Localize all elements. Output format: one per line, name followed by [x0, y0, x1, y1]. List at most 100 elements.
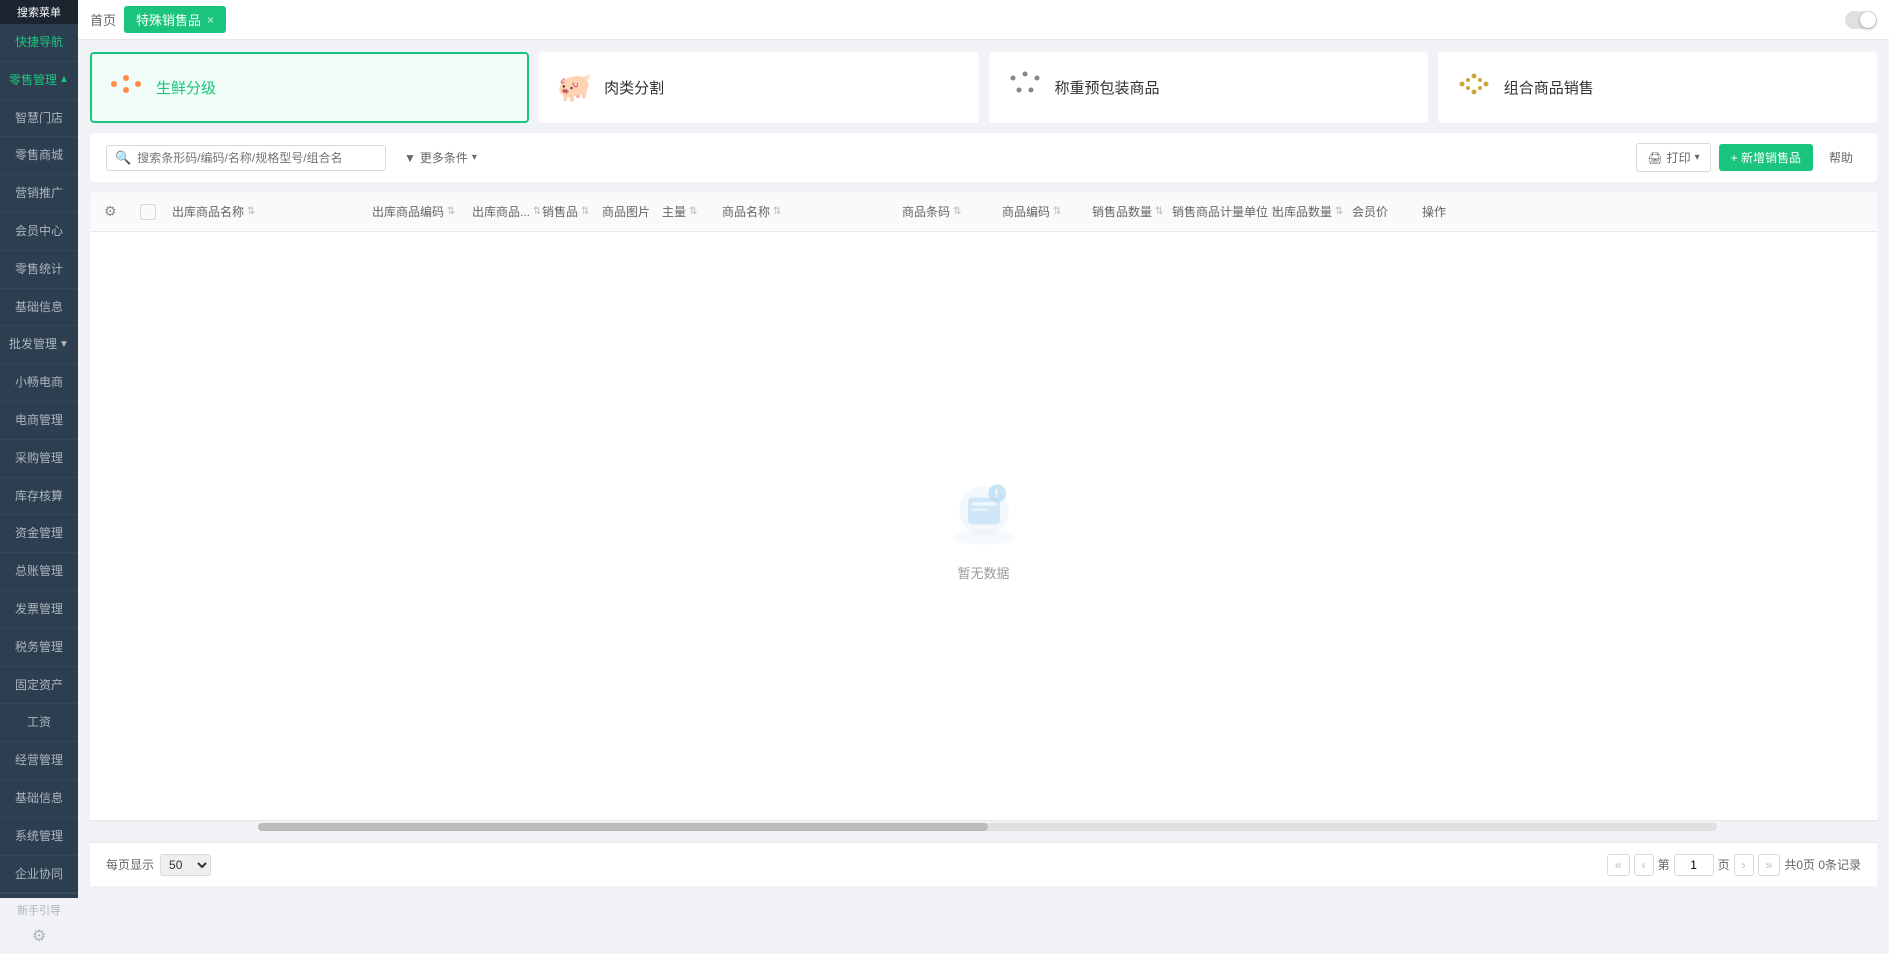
- th-img: 商品图片: [596, 195, 656, 228]
- tab-card-combo-sales[interactable]: 组合商品销售: [1438, 52, 1877, 123]
- sidebar-item-fixed-assets[interactable]: 固定资产: [0, 667, 78, 705]
- sidebar-item-basic-info-main[interactable]: 基础信息: [0, 780, 78, 818]
- sidebar-item-payroll[interactable]: 工资: [0, 704, 78, 742]
- sidebar-search-menu[interactable]: 搜索菜单: [0, 0, 78, 24]
- page-total: 共0页 0条记录: [1784, 856, 1861, 873]
- sidebar-item-retail-stats[interactable]: 零售统计: [0, 251, 78, 289]
- sidebar-item-wholesale-mgmt[interactable]: 批发管理 ▼: [0, 326, 78, 364]
- new-guide-button[interactable]: 新手引导: [17, 902, 61, 918]
- settings-button[interactable]: ⚙: [32, 926, 46, 946]
- sidebar-item-retail-mgmt[interactable]: 零售管理 ▲: [0, 62, 78, 100]
- th-member-price: 会员价: [1346, 195, 1416, 228]
- sidebar-item-basic-info-retail[interactable]: 基础信息: [0, 289, 78, 327]
- meat-cut-label: 肉类分割: [604, 77, 664, 98]
- last-page-button[interactable]: »: [1758, 854, 1781, 876]
- chevron-down-icon: ▼: [59, 338, 69, 352]
- sort-prod-name[interactable]: ⇅: [773, 206, 781, 217]
- empty-text: 暂无数据: [957, 563, 1009, 582]
- sort-sale-item[interactable]: ⇅: [581, 206, 589, 217]
- sort-out-name[interactable]: ⇅: [247, 206, 255, 217]
- th-settings: ⚙: [98, 195, 134, 228]
- pagination-bar: 每页显示 10 20 50 100 « ‹ 第 页 › » 共0页 0条记录: [90, 842, 1877, 886]
- sidebar-item-tax-mgmt[interactable]: 税务管理: [0, 629, 78, 667]
- th-barcode: 商品条码 ⇅: [896, 195, 996, 228]
- topbar-right: [1845, 11, 1877, 29]
- sort-weight[interactable]: ⇅: [689, 206, 697, 217]
- first-page-button[interactable]: «: [1607, 854, 1630, 876]
- table-header: ⚙ 出库商品名称 ⇅ 出库商品编码 ⇅ 出库商品... ⇅: [90, 192, 1877, 232]
- sidebar-item-micro-mall[interactable]: 小畅电商: [0, 364, 78, 402]
- sort-prod-code[interactable]: ⇅: [1053, 206, 1061, 217]
- new-sale-item-button[interactable]: + 新增销售品: [1719, 144, 1813, 171]
- chevron-icon: ▲: [59, 73, 69, 87]
- sidebar-item-sales-promo[interactable]: 营销推广: [0, 175, 78, 213]
- page-content: 生鲜分级 🐖 肉类分割 称重预包装商品: [78, 40, 1889, 898]
- sidebar-item-ops-mgmt[interactable]: 经营管理: [0, 742, 78, 780]
- switch-button[interactable]: [1845, 11, 1877, 29]
- horizontal-scrollbar[interactable]: [90, 820, 1877, 832]
- sort-out-code[interactable]: ⇅: [447, 206, 455, 217]
- th-weight: 主量 ⇅: [656, 195, 716, 228]
- sort-sale-qty[interactable]: ⇅: [1155, 206, 1163, 217]
- th-out-code: 出库商品编码 ⇅: [366, 195, 466, 228]
- th-sale-unit: 销售商品计量单位 ⇅: [1166, 195, 1266, 228]
- th-op: 操作: [1416, 195, 1476, 228]
- th-sale-item: 销售品 ⇅: [536, 195, 596, 228]
- sidebar-item-general-ledger[interactable]: 总账管理: [0, 553, 78, 591]
- fresh-grade-icon: [108, 68, 144, 107]
- active-tab[interactable]: 特殊销售品 ×: [124, 6, 226, 33]
- empty-illustration: !: [939, 471, 1029, 551]
- tab-card-fresh-grade[interactable]: 生鲜分级: [90, 52, 529, 123]
- page-size-control: 每页显示 10 20 50 100: [106, 854, 211, 876]
- th-out-name: 出库商品名称 ⇅: [166, 195, 366, 228]
- close-tab-button[interactable]: ×: [207, 13, 214, 27]
- search-input[interactable]: [137, 151, 377, 165]
- combo-sales-icon: [1456, 68, 1492, 107]
- sidebar-item-quick-nav[interactable]: 快捷导航: [0, 24, 78, 62]
- print-dropdown-icon: ▾: [1695, 152, 1700, 163]
- th-check: [134, 196, 166, 228]
- sort-barcode[interactable]: ⇅: [953, 206, 961, 217]
- sidebar-item-purchase-mgmt[interactable]: 采购管理: [0, 440, 78, 478]
- filter-icon: ▼: [404, 151, 416, 165]
- sidebar-bottom: 新手引导 ⚙: [0, 893, 78, 954]
- select-all-checkbox[interactable]: [140, 204, 156, 220]
- search-icon: 🔍: [115, 150, 131, 166]
- sidebar-item-smart-store[interactable]: 智慧门店: [0, 100, 78, 138]
- sidebar-item-corp-coop[interactable]: 企业协同: [0, 856, 78, 894]
- home-link[interactable]: 首页: [90, 10, 116, 29]
- combo-sales-label: 组合商品销售: [1504, 77, 1594, 98]
- prev-page-button[interactable]: ‹: [1634, 854, 1654, 876]
- column-settings-icon[interactable]: ⚙: [104, 203, 117, 220]
- more-filter-button[interactable]: ▼ 更多条件 ▾: [396, 145, 485, 170]
- search-wrap: 🔍: [106, 145, 386, 171]
- sidebar-item-stock-check[interactable]: 库存核算: [0, 478, 78, 516]
- th-out-spec: 出库商品... ⇅: [466, 195, 536, 228]
- filter-actions: 🖨 打印 ▾ + 新增销售品 帮助: [1636, 143, 1861, 172]
- tab-card-weight-prepack[interactable]: 称重预包装商品: [989, 52, 1428, 123]
- empty-state: ! 暂无数据: [90, 232, 1877, 820]
- sidebar-item-member-center[interactable]: 会员中心: [0, 213, 78, 251]
- weight-prepack-label: 称重预包装商品: [1055, 77, 1160, 98]
- sidebar-item-system-mgmt[interactable]: 系统管理: [0, 818, 78, 856]
- fresh-grade-label: 生鲜分级: [156, 77, 216, 98]
- sidebar-item-ecomm-mgmt[interactable]: 电商管理: [0, 402, 78, 440]
- sidebar-item-finance-mgmt[interactable]: 资金管理: [0, 515, 78, 553]
- page-navigation: « ‹ 第 页 › » 共0页 0条记录: [1607, 854, 1861, 876]
- tab-cards-row: 生鲜分级 🐖 肉类分割 称重预包装商品: [90, 52, 1877, 123]
- next-page-button[interactable]: ›: [1734, 854, 1754, 876]
- weight-prepack-icon: [1007, 68, 1043, 107]
- th-prod-name: 商品名称 ⇅: [716, 195, 896, 228]
- chevron-down-icon: ▾: [472, 152, 477, 163]
- meat-cut-icon: 🐖: [557, 71, 592, 104]
- sort-out-qty[interactable]: ⇅: [1335, 206, 1343, 217]
- tab-card-meat-cut[interactable]: 🐖 肉类分割: [539, 52, 978, 123]
- sidebar-item-retail-mall[interactable]: 零售商城: [0, 137, 78, 175]
- help-button[interactable]: 帮助: [1821, 144, 1861, 171]
- th-out-qty: 出库品数量 ⇅: [1266, 195, 1346, 228]
- page-size-select[interactable]: 10 20 50 100: [160, 854, 211, 876]
- print-button[interactable]: 🖨 打印 ▾: [1636, 143, 1710, 172]
- page-number-input[interactable]: [1674, 854, 1714, 876]
- sidebar-item-invoice-mgmt[interactable]: 发票管理: [0, 591, 78, 629]
- sidebar: 搜索菜单 快捷导航 零售管理 ▲ 智慧门店 零售商城 营销推广 会员中心 零售统…: [0, 0, 78, 898]
